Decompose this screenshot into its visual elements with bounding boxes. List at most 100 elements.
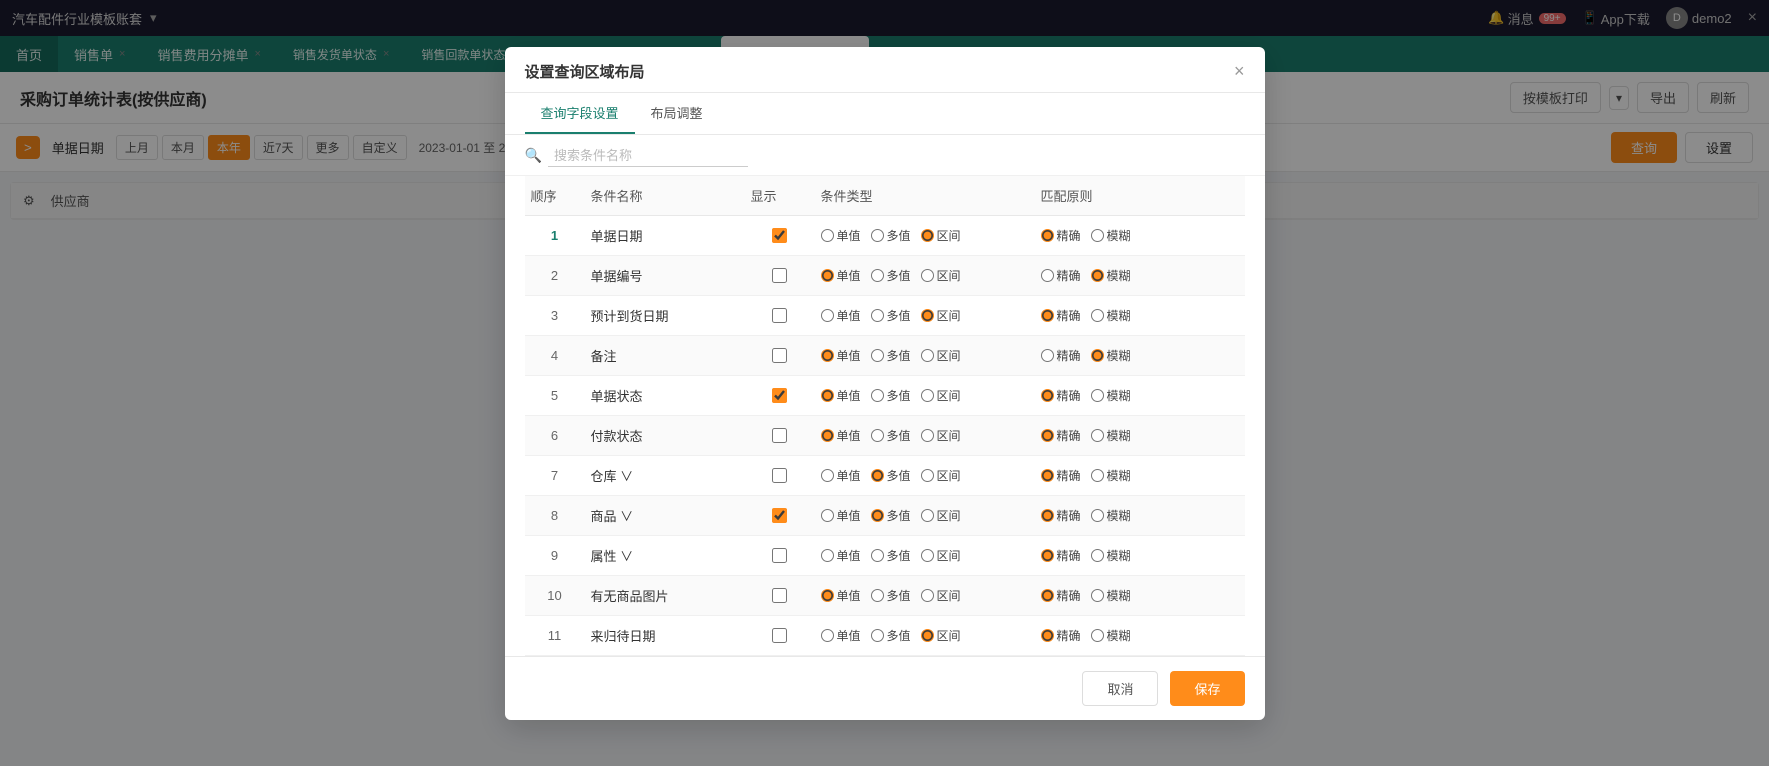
row-match: 精确模糊 — [1035, 619, 1235, 652]
condition-type-single[interactable]: 单值 — [821, 587, 861, 604]
condition-type-multi[interactable]: 多值 — [871, 467, 911, 484]
col-header-name: 条件名称 — [585, 178, 745, 213]
row-display[interactable] — [745, 220, 815, 251]
match-type-fuzzy[interactable]: 模糊 — [1091, 507, 1131, 524]
row-condition-type: 单值多值区间 — [815, 499, 1035, 532]
row-display[interactable] — [745, 580, 815, 611]
condition-type-multi[interactable]: 多值 — [871, 547, 911, 564]
display-checkbox[interactable] — [772, 588, 787, 603]
match-type-exact[interactable]: 精确 — [1041, 267, 1081, 284]
condition-type-range[interactable]: 区间 — [921, 547, 961, 564]
condition-type-single[interactable]: 单值 — [821, 387, 861, 404]
match-type-exact[interactable]: 精确 — [1041, 387, 1081, 404]
match-type-fuzzy[interactable]: 模糊 — [1091, 587, 1131, 604]
condition-type-multi[interactable]: 多值 — [871, 227, 911, 244]
condition-type-range[interactable]: 区间 — [921, 427, 961, 444]
row-display[interactable] — [745, 300, 815, 331]
condition-type-multi[interactable]: 多值 — [871, 267, 911, 284]
match-type-exact[interactable]: 精确 — [1041, 227, 1081, 244]
display-checkbox[interactable] — [772, 348, 787, 363]
match-type-exact[interactable]: 精确 — [1041, 307, 1081, 324]
row-display[interactable] — [745, 540, 815, 571]
row-seq: 3 — [525, 300, 585, 331]
tab-layout-adjust[interactable]: 布局调整 — [635, 93, 719, 134]
match-type-fuzzy[interactable]: 模糊 — [1091, 387, 1131, 404]
match-type-fuzzy[interactable]: 模糊 — [1091, 427, 1131, 444]
display-checkbox[interactable] — [772, 548, 787, 563]
display-checkbox[interactable] — [772, 228, 787, 243]
match-type-fuzzy[interactable]: 模糊 — [1091, 547, 1131, 564]
match-type-exact[interactable]: 精确 — [1041, 587, 1081, 604]
condition-type-single[interactable]: 单值 — [821, 227, 861, 244]
row-display[interactable] — [745, 420, 815, 451]
condition-type-range[interactable]: 区间 — [921, 587, 961, 604]
condition-type-single[interactable]: 单值 — [821, 347, 861, 364]
match-type-exact[interactable]: 精确 — [1041, 427, 1081, 444]
row-match: 精确模糊 — [1035, 379, 1235, 412]
table-row: 1单据日期单值多值区间精确模糊 — [525, 216, 1245, 256]
display-checkbox[interactable] — [772, 308, 787, 323]
display-checkbox[interactable] — [772, 628, 787, 643]
row-display[interactable] — [745, 340, 815, 371]
condition-type-range[interactable]: 区间 — [921, 267, 961, 284]
display-checkbox[interactable] — [772, 388, 787, 403]
save-button[interactable]: 保存 — [1170, 671, 1244, 706]
match-type-exact[interactable]: 精确 — [1041, 507, 1081, 524]
dialog-tabs: 查询字段设置 布局调整 — [505, 93, 1265, 135]
condition-type-multi[interactable]: 多值 — [871, 347, 911, 364]
display-checkbox[interactable] — [772, 508, 787, 523]
row-display[interactable] — [745, 380, 815, 411]
condition-type-multi[interactable]: 多值 — [871, 507, 911, 524]
condition-type-range[interactable]: 区间 — [921, 387, 961, 404]
match-type-fuzzy[interactable]: 模糊 — [1091, 227, 1131, 244]
condition-type-range[interactable]: 区间 — [921, 227, 961, 244]
display-checkbox[interactable] — [772, 428, 787, 443]
condition-type-single[interactable]: 单值 — [821, 267, 861, 284]
condition-type-single[interactable]: 单值 — [821, 427, 861, 444]
row-display[interactable] — [745, 500, 815, 531]
row-match: 精确模糊 — [1035, 259, 1235, 292]
condition-type-range[interactable]: 区间 — [921, 627, 961, 644]
condition-type-multi[interactable]: 多值 — [871, 307, 911, 324]
display-checkbox[interactable] — [772, 268, 787, 283]
condition-type-single[interactable]: 单值 — [821, 547, 861, 564]
match-type-fuzzy[interactable]: 模糊 — [1091, 467, 1131, 484]
tab-query-fields[interactable]: 查询字段设置 — [525, 93, 635, 134]
cancel-button[interactable]: 取消 — [1082, 671, 1158, 706]
match-type-fuzzy[interactable]: 模糊 — [1091, 307, 1131, 324]
row-name: 预计到货日期 — [585, 298, 745, 333]
row-name: 单据状态 — [585, 378, 745, 413]
col-header-match: 匹配原则 — [1035, 178, 1235, 213]
row-condition-type: 单值多值区间 — [815, 579, 1035, 612]
match-type-fuzzy[interactable]: 模糊 — [1091, 267, 1131, 284]
table-row: 9属性 ∨单值多值区间精确模糊 — [525, 536, 1245, 576]
row-display[interactable] — [745, 460, 815, 491]
condition-type-single[interactable]: 单值 — [821, 307, 861, 324]
match-type-exact[interactable]: 精确 — [1041, 627, 1081, 644]
display-checkbox[interactable] — [772, 468, 787, 483]
condition-type-single[interactable]: 单值 — [821, 467, 861, 484]
search-input[interactable] — [548, 145, 748, 167]
tab-query-fields-label: 查询字段设置 — [541, 106, 619, 121]
condition-type-range[interactable]: 区间 — [921, 307, 961, 324]
condition-type-range[interactable]: 区间 — [921, 347, 961, 364]
condition-type-multi[interactable]: 多值 — [871, 387, 911, 404]
match-type-fuzzy[interactable]: 模糊 — [1091, 347, 1131, 364]
match-type-exact[interactable]: 精确 — [1041, 467, 1081, 484]
match-type-fuzzy[interactable]: 模糊 — [1091, 627, 1131, 644]
match-type-exact[interactable]: 精确 — [1041, 547, 1081, 564]
condition-type-multi[interactable]: 多值 — [871, 627, 911, 644]
condition-type-range[interactable]: 区间 — [921, 467, 961, 484]
condition-type-multi[interactable]: 多值 — [871, 587, 911, 604]
match-type-exact[interactable]: 精确 — [1041, 347, 1081, 364]
dialog-settings: 设置查询区域布局 × 查询字段设置 布局调整 🔍 顺序 条件名称 显示 条件类型 — [505, 47, 1265, 720]
row-name: 有无商品图片 — [585, 578, 745, 613]
row-name: 单据日期 — [585, 218, 745, 253]
row-display[interactable] — [745, 620, 815, 651]
condition-type-range[interactable]: 区间 — [921, 507, 961, 524]
condition-type-single[interactable]: 单值 — [821, 627, 861, 644]
row-display[interactable] — [745, 260, 815, 291]
condition-type-single[interactable]: 单值 — [821, 507, 861, 524]
dialog-close-button[interactable]: × — [1234, 62, 1245, 80]
condition-type-multi[interactable]: 多值 — [871, 427, 911, 444]
